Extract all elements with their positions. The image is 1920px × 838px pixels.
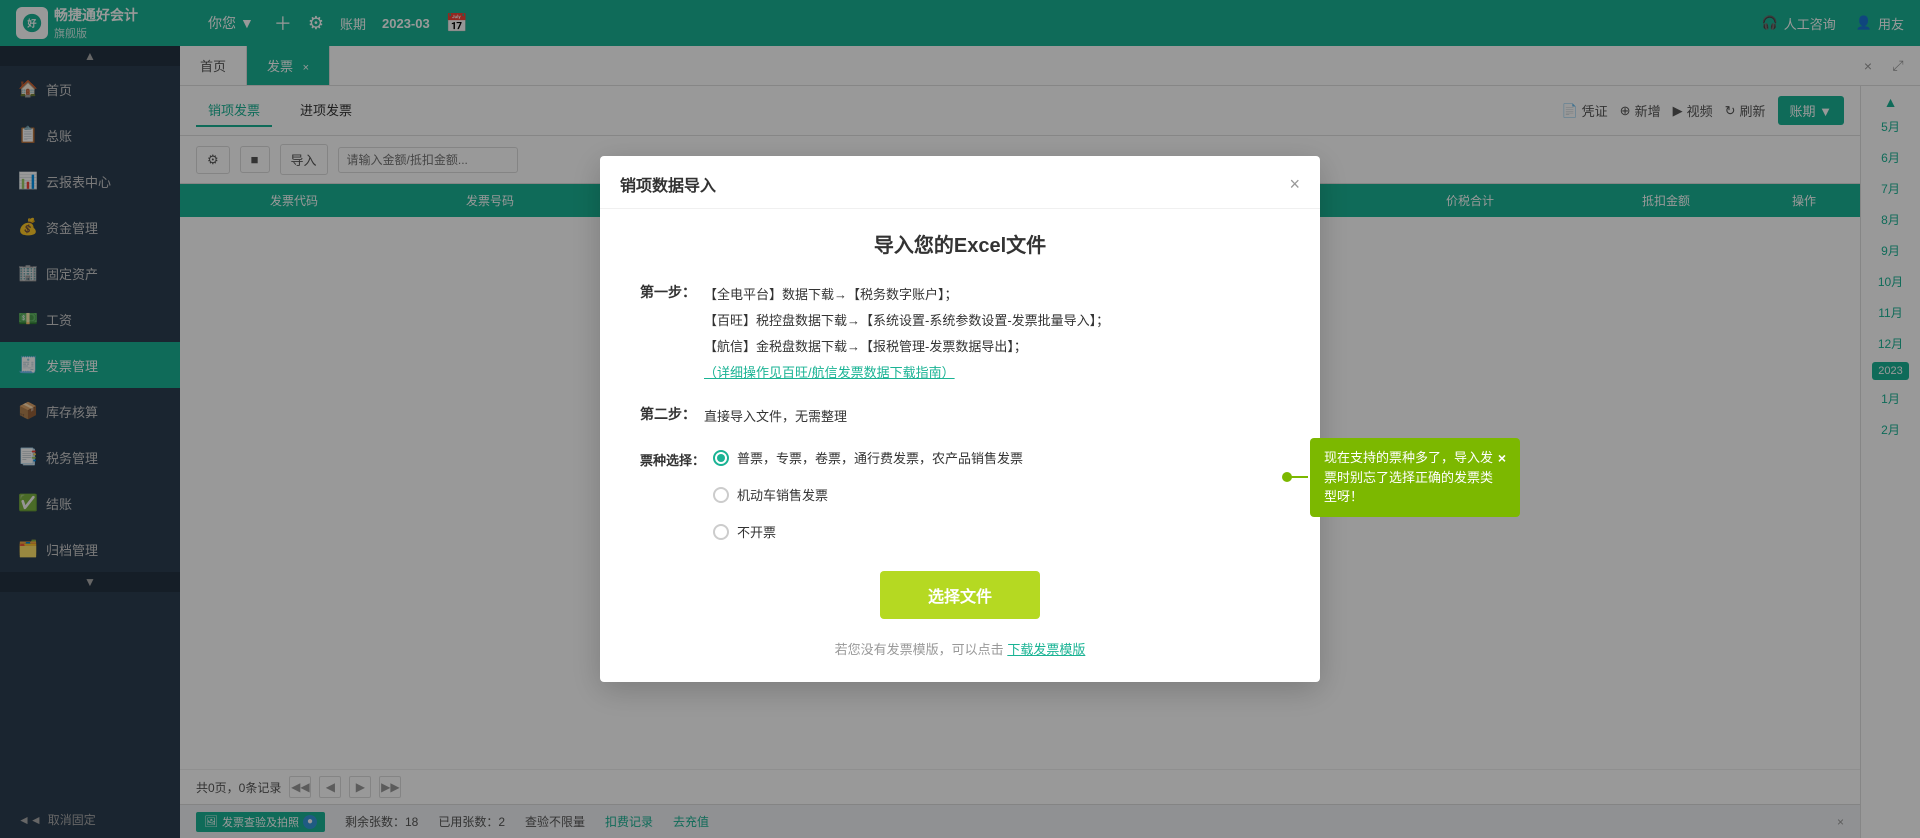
modal-main-title: 导入您的Excel文件 — [640, 229, 1280, 258]
step1-content: 【全电平台】数据下载→【税务数字账户】； 【百旺】税控盘数据下载→【系统设置-系… — [704, 282, 1109, 386]
modal-header: 销项数据导入 × — [600, 156, 1320, 209]
step1-label: 第一步： — [640, 282, 696, 380]
ticket-label: 票种选择： — [640, 450, 705, 469]
ticket-selection: 票种选择： 普票，专票，卷票，通行费发票，农产品销售发票 × 现在支持的票种 — [640, 448, 1280, 551]
modal-footer: 若您没有发票模版，可以点击 下载发票模版 — [640, 639, 1280, 658]
modal-body: 导入您的Excel文件 第一步： 【全电平台】数据下载→【税务数字账户】； 【百… — [600, 209, 1320, 682]
ticket-option-3-label: 不开票 — [737, 522, 776, 541]
modal-close-btn[interactable]: × — [1289, 174, 1300, 195]
select-file-btn[interactable]: 选择文件 — [880, 571, 1040, 619]
download-template-link[interactable]: 下载发票模版 — [1007, 642, 1085, 657]
tooltip-bubble: × 现在支持的票种多了，导入发票时别忘了选择正确的发票类型呀！ — [1310, 438, 1520, 517]
step1-link[interactable]: （详细操作见百旺/航信发票数据下载指南） — [704, 365, 955, 380]
radio-circle-1 — [713, 450, 729, 466]
tooltip-text: 现在支持的票种多了，导入发票时别忘了选择正确的发票类型呀！ — [1324, 450, 1493, 504]
step1-line2: 【百旺】税控盘数据下载→【系统设置-系统参数设置-发票批量导入】； — [704, 308, 1109, 334]
ticket-option-1-wrapper: 普票，专票，卷票，通行费发票，农产品销售发票 × 现在支持的票种多了，导入发票时… — [713, 448, 1280, 477]
step2: 第二步： 直接导入文件，无需整理 — [640, 404, 1280, 430]
step1-line1: 【全电平台】数据下载→【税务数字账户】； — [704, 282, 1109, 308]
modal-overlay: 销项数据导入 × 导入您的Excel文件 第一步： 【全电平台】数据下载→【税务… — [0, 0, 1920, 838]
radio-circle-2 — [713, 487, 729, 503]
ticket-option-1[interactable]: 普票，专票，卷票，通行费发票，农产品销售发票 — [713, 448, 1280, 467]
ticket-option-1-label: 普票，专票，卷票，通行费发票，农产品销售发票 — [737, 448, 1023, 467]
import-modal: 销项数据导入 × 导入您的Excel文件 第一步： 【全电平台】数据下载→【税务… — [600, 156, 1320, 682]
ticket-option-3[interactable]: 不开票 — [713, 522, 1280, 541]
footer-text: 若您没有发票模版，可以点击 — [835, 642, 1004, 657]
ticket-option-2-label: 机动车销售发票 — [737, 485, 828, 504]
step1-line3: 【航信】金税盘数据下载→【报税管理-发票数据导出】； — [704, 334, 1109, 360]
tooltip-close-btn[interactable]: × — [1498, 448, 1506, 469]
step1: 第一步： 【全电平台】数据下载→【税务数字账户】； 【百旺】税控盘数据下载→【系… — [640, 282, 1280, 386]
step2-content: 直接导入文件，无需整理 — [704, 404, 847, 430]
radio-circle-3 — [713, 524, 729, 540]
ticket-option-2[interactable]: 机动车销售发票 — [713, 485, 1280, 504]
modal-title: 销项数据导入 — [620, 172, 716, 196]
tooltip-dot — [1282, 472, 1292, 482]
step2-label: 第二步： — [640, 404, 696, 424]
